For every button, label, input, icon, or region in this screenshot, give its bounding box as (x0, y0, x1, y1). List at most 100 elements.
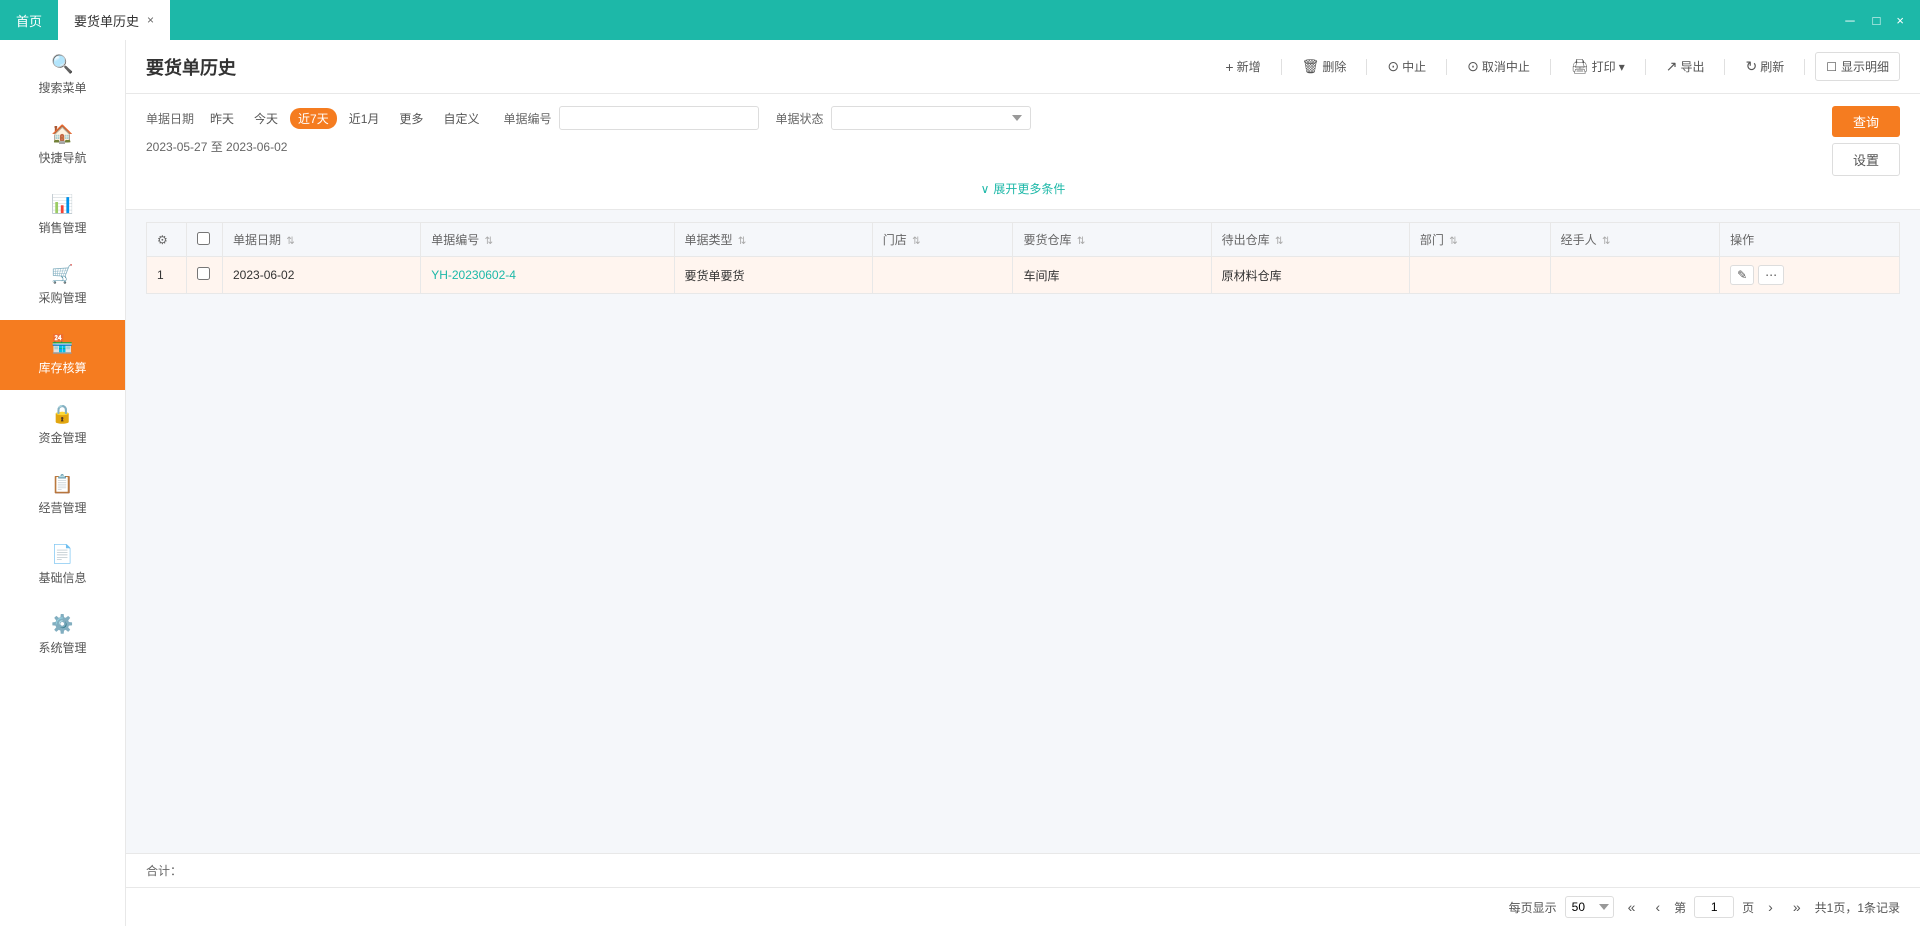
inventory-calc-icon: 🏪 (51, 334, 73, 355)
th-actions-label: 操作 (1730, 233, 1754, 247)
date-shortcut-last7days[interactable]: 近7天 (290, 108, 337, 129)
print-dropdown-icon: ▾ (1619, 60, 1625, 74)
page-number-input[interactable] (1694, 896, 1734, 918)
sidebar-item-sales-mgmt[interactable]: 📊 销售管理 (0, 180, 125, 250)
prev-page-button[interactable]: ‹ (1649, 897, 1666, 917)
cancel-stop-button[interactable]: ⊙ 取消中止 (1457, 53, 1540, 80)
td-handler (1550, 257, 1719, 294)
main-layout: 🔍 搜索菜单 🏠 快捷导航 📊 销售管理 🛒 采购管理 🏪 库存核算 🔒 资金管… (0, 40, 1920, 926)
top-bar: 首页 要货单历史 × － □ × (0, 0, 1920, 40)
status-filter-select[interactable] (831, 106, 1031, 130)
table-area: ⚙ 单据日期 ⇅ 单据编号 ⇅ 单据类型 ⇅ (126, 210, 1920, 853)
refresh-icon: ↻ (1745, 58, 1757, 75)
refresh-label: 刷新 (1760, 58, 1784, 75)
refresh-button[interactable]: ↻ 刷新 (1735, 53, 1794, 80)
th-checkbox[interactable] (187, 223, 223, 257)
date-shortcut-last1month[interactable]: 近1月 (341, 108, 388, 129)
new-button[interactable]: + 新增 (1215, 53, 1270, 80)
table-body: 1 2023-06-02 YH-20230602-4 要货单要货 车间库 原材料… (147, 257, 1900, 294)
window-maximize-btn[interactable]: □ (1873, 13, 1881, 28)
export-button[interactable]: ↗ 导出 (1656, 53, 1715, 80)
th-handler-label: 经手人 (1561, 233, 1597, 247)
sidebar-item-inventory-calc[interactable]: 🏪 库存核算 (0, 320, 125, 390)
window-close-btn[interactable]: × (1896, 13, 1904, 28)
date-shortcut-custom[interactable]: 自定义 (435, 108, 487, 129)
next-page-button[interactable]: › (1762, 897, 1779, 917)
divider-2 (1366, 59, 1367, 75)
td-pending-warehouse: 原材料仓库 (1211, 257, 1409, 294)
filter-area: 单据日期 昨天 今天 近7天 近1月 更多 自定义 单据编号 (126, 94, 1920, 210)
date-shortcut-today[interactable]: 今天 (246, 108, 286, 129)
sidebar-item-operations-mgmt-label: 经营管理 (38, 499, 86, 516)
th-order-type-sort-icon: ⇅ (738, 236, 746, 247)
th-store[interactable]: 门店 ⇅ (872, 223, 1013, 257)
filter-settings-button[interactable]: 设置 (1832, 143, 1900, 176)
page-size-label: 每页显示 (1509, 899, 1557, 916)
sidebar-item-operations-mgmt[interactable]: 📋 经营管理 (0, 460, 125, 530)
sidebar-item-finance-mgmt-label: 资金管理 (38, 429, 86, 446)
row-edit-button[interactable]: ✎ (1730, 265, 1754, 285)
filter-row-date-range: 2023-05-27 至 2023-06-02 (146, 138, 1812, 155)
sidebar-item-finance-mgmt[interactable]: 🔒 资金管理 (0, 390, 125, 460)
sidebar-item-purchase-mgmt[interactable]: 🛒 采购管理 (0, 250, 125, 320)
top-bar-right: － □ × (1844, 11, 1920, 30)
date-filter-label: 单据日期 (146, 110, 194, 127)
td-checkbox[interactable] (187, 257, 223, 294)
first-page-button[interactable]: « (1622, 897, 1642, 917)
last-page-button[interactable]: » (1787, 897, 1807, 917)
sidebar-item-quick-nav[interactable]: 🏠 快捷导航 (0, 110, 125, 180)
th-department[interactable]: 部门 ⇅ (1409, 223, 1550, 257)
th-order-date-label: 单据日期 (233, 233, 281, 247)
status-filter-group: 单据状态 (775, 106, 1031, 130)
th-pending-warehouse[interactable]: 待出仓库 ⇅ (1211, 223, 1409, 257)
footer-summary: 合计： (126, 853, 1920, 887)
order-no-input[interactable] (559, 106, 759, 130)
stop-button[interactable]: ⊙ 中止 (1377, 53, 1436, 80)
delete-icon: 🗑 (1302, 58, 1320, 75)
cancel-stop-icon: ⊙ (1467, 58, 1479, 75)
expand-more-btn[interactable]: ∨ 展开更多条件 (146, 176, 1900, 201)
th-settings[interactable]: ⚙ (147, 223, 187, 257)
th-order-no-label: 单据编号 (431, 233, 479, 247)
search-menu-icon: 🔍 (51, 54, 73, 75)
content-area: 要货单历史 + 新增 🗑 删除 ⊙ 中止 ⊙ (126, 40, 1920, 926)
query-button[interactable]: 查询 (1832, 106, 1900, 137)
show-detail-button[interactable]: ☐ 显示明细 (1815, 52, 1900, 81)
window-minimize-btn[interactable]: － (1844, 11, 1857, 30)
th-order-type[interactable]: 单据类型 ⇅ (674, 223, 872, 257)
filter-row-1: 单据日期 昨天 今天 近7天 近1月 更多 自定义 单据编号 (146, 106, 1812, 130)
page-size-select[interactable]: 20 50 100 200 (1565, 896, 1614, 918)
page-label: 第 (1674, 899, 1686, 916)
print-button[interactable]: 🖨 打印 ▾ (1561, 53, 1635, 80)
th-handler[interactable]: 经手人 ⇅ (1550, 223, 1719, 257)
operations-mgmt-icon: 📋 (51, 474, 73, 495)
tab-order-history[interactable]: 要货单历史 × (58, 0, 170, 40)
tab-close-icon[interactable]: × (147, 13, 154, 27)
th-order-date[interactable]: 单据日期 ⇅ (223, 223, 421, 257)
table-row: 1 2023-06-02 YH-20230602-4 要货单要货 车间库 原材料… (147, 257, 1900, 294)
td-order-no: YH-20230602-4 (421, 257, 674, 294)
td-row-index: 1 (147, 257, 187, 294)
sidebar-item-basic-info[interactable]: 📄 基础信息 (0, 530, 125, 600)
total-info: 共1页，1条记录 (1815, 899, 1900, 916)
date-shortcut-yesterday[interactable]: 昨天 (202, 108, 242, 129)
stop-icon: ⊙ (1387, 58, 1399, 75)
row-checkbox[interactable] (197, 267, 210, 280)
row-more-button[interactable]: ⋯ (1758, 265, 1784, 285)
tab-home[interactable]: 首页 (0, 0, 58, 40)
th-order-no[interactable]: 单据编号 ⇅ (421, 223, 674, 257)
table-header-row: ⚙ 单据日期 ⇅ 单据编号 ⇅ 单据类型 ⇅ (147, 223, 1900, 257)
th-handler-sort-icon: ⇅ (1602, 236, 1610, 247)
select-all-checkbox[interactable] (197, 232, 210, 245)
td-row-actions: ✎ ⋯ (1720, 257, 1900, 294)
order-no-link[interactable]: YH-20230602-4 (431, 268, 516, 282)
print-label: 打印 (1592, 58, 1616, 75)
sidebar-item-system-mgmt-label: 系统管理 (38, 639, 86, 656)
sidebar-item-system-mgmt[interactable]: ⚙️ 系统管理 (0, 600, 125, 670)
delete-button[interactable]: 🗑 删除 (1292, 53, 1357, 80)
date-shortcut-more[interactable]: 更多 (391, 108, 431, 129)
divider-4 (1550, 59, 1551, 75)
th-req-warehouse[interactable]: 要货仓库 ⇅ (1013, 223, 1211, 257)
sidebar-item-search-menu[interactable]: 🔍 搜索菜单 (0, 40, 125, 110)
pagination: 每页显示 20 50 100 200 « ‹ 第 页 › » 共1页，1条记录 (126, 887, 1920, 926)
